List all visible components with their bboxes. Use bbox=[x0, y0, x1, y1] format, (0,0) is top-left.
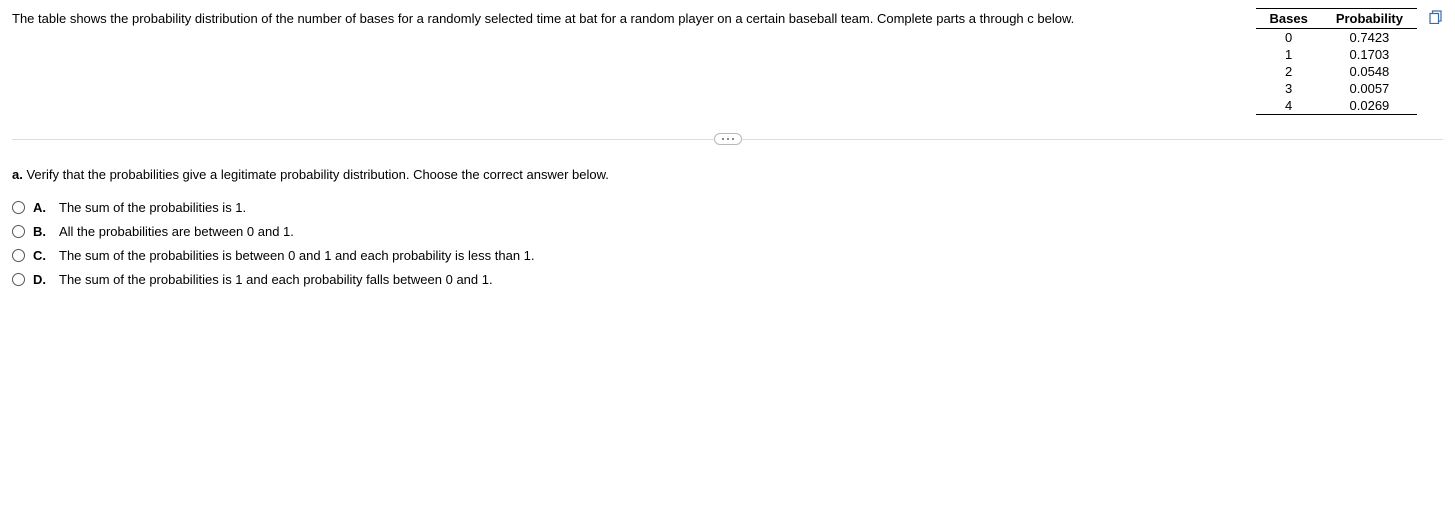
table-row: 2 0.0548 bbox=[1256, 63, 1418, 80]
prompt-text: The table shows the probability distribu… bbox=[12, 8, 1216, 28]
option-letter: D. bbox=[33, 272, 51, 287]
cell-bases: 4 bbox=[1256, 97, 1322, 115]
option-letter: A. bbox=[33, 200, 51, 215]
option-letter: C. bbox=[33, 248, 51, 263]
expand-button[interactable] bbox=[714, 133, 742, 145]
cell-bases: 3 bbox=[1256, 80, 1322, 97]
radio-icon[interactable] bbox=[12, 249, 25, 262]
table-row: 3 0.0057 bbox=[1256, 80, 1418, 97]
option-text: The sum of the probabilities is between … bbox=[59, 248, 535, 263]
option-letter: B. bbox=[33, 224, 51, 239]
table-header-bases: Bases bbox=[1256, 9, 1322, 29]
table-header-probability: Probability bbox=[1322, 9, 1417, 29]
question-stem: a. Verify that the probabilities give a … bbox=[12, 167, 1443, 182]
copy-icon[interactable] bbox=[1429, 10, 1443, 24]
table-row: 0 0.7423 bbox=[1256, 29, 1418, 47]
option-text: The sum of the probabilities is 1. bbox=[59, 200, 246, 215]
cell-prob: 0.7423 bbox=[1322, 29, 1417, 47]
probability-table: Bases Probability 0 0.7423 1 0.1703 2 0.… bbox=[1256, 8, 1418, 115]
option-a[interactable]: A. The sum of the probabilities is 1. bbox=[12, 200, 1443, 215]
stem-text: Verify that the probabilities give a leg… bbox=[26, 167, 608, 182]
cell-prob: 0.0057 bbox=[1322, 80, 1417, 97]
option-d[interactable]: D. The sum of the probabilities is 1 and… bbox=[12, 272, 1443, 287]
option-c[interactable]: C. The sum of the probabilities is betwe… bbox=[12, 248, 1443, 263]
option-text: All the probabilities are between 0 and … bbox=[59, 224, 294, 239]
top-row: The table shows the probability distribu… bbox=[12, 8, 1443, 115]
option-b[interactable]: B. All the probabilities are between 0 a… bbox=[12, 224, 1443, 239]
right-column: Bases Probability 0 0.7423 1 0.1703 2 0.… bbox=[1256, 8, 1444, 115]
cell-prob: 0.0548 bbox=[1322, 63, 1417, 80]
radio-icon[interactable] bbox=[12, 273, 25, 286]
options-group: A. The sum of the probabilities is 1. B.… bbox=[12, 200, 1443, 287]
radio-icon[interactable] bbox=[12, 201, 25, 214]
cell-bases: 2 bbox=[1256, 63, 1322, 80]
cell-bases: 0 bbox=[1256, 29, 1322, 47]
part-label: a. bbox=[12, 167, 23, 182]
question-block: a. Verify that the probabilities give a … bbox=[12, 167, 1443, 287]
table-row: 1 0.1703 bbox=[1256, 46, 1418, 63]
cell-bases: 1 bbox=[1256, 46, 1322, 63]
section-divider bbox=[12, 133, 1443, 145]
cell-prob: 0.0269 bbox=[1322, 97, 1417, 115]
radio-icon[interactable] bbox=[12, 225, 25, 238]
option-text: The sum of the probabilities is 1 and ea… bbox=[59, 272, 493, 287]
table-row: 4 0.0269 bbox=[1256, 97, 1418, 115]
cell-prob: 0.1703 bbox=[1322, 46, 1417, 63]
